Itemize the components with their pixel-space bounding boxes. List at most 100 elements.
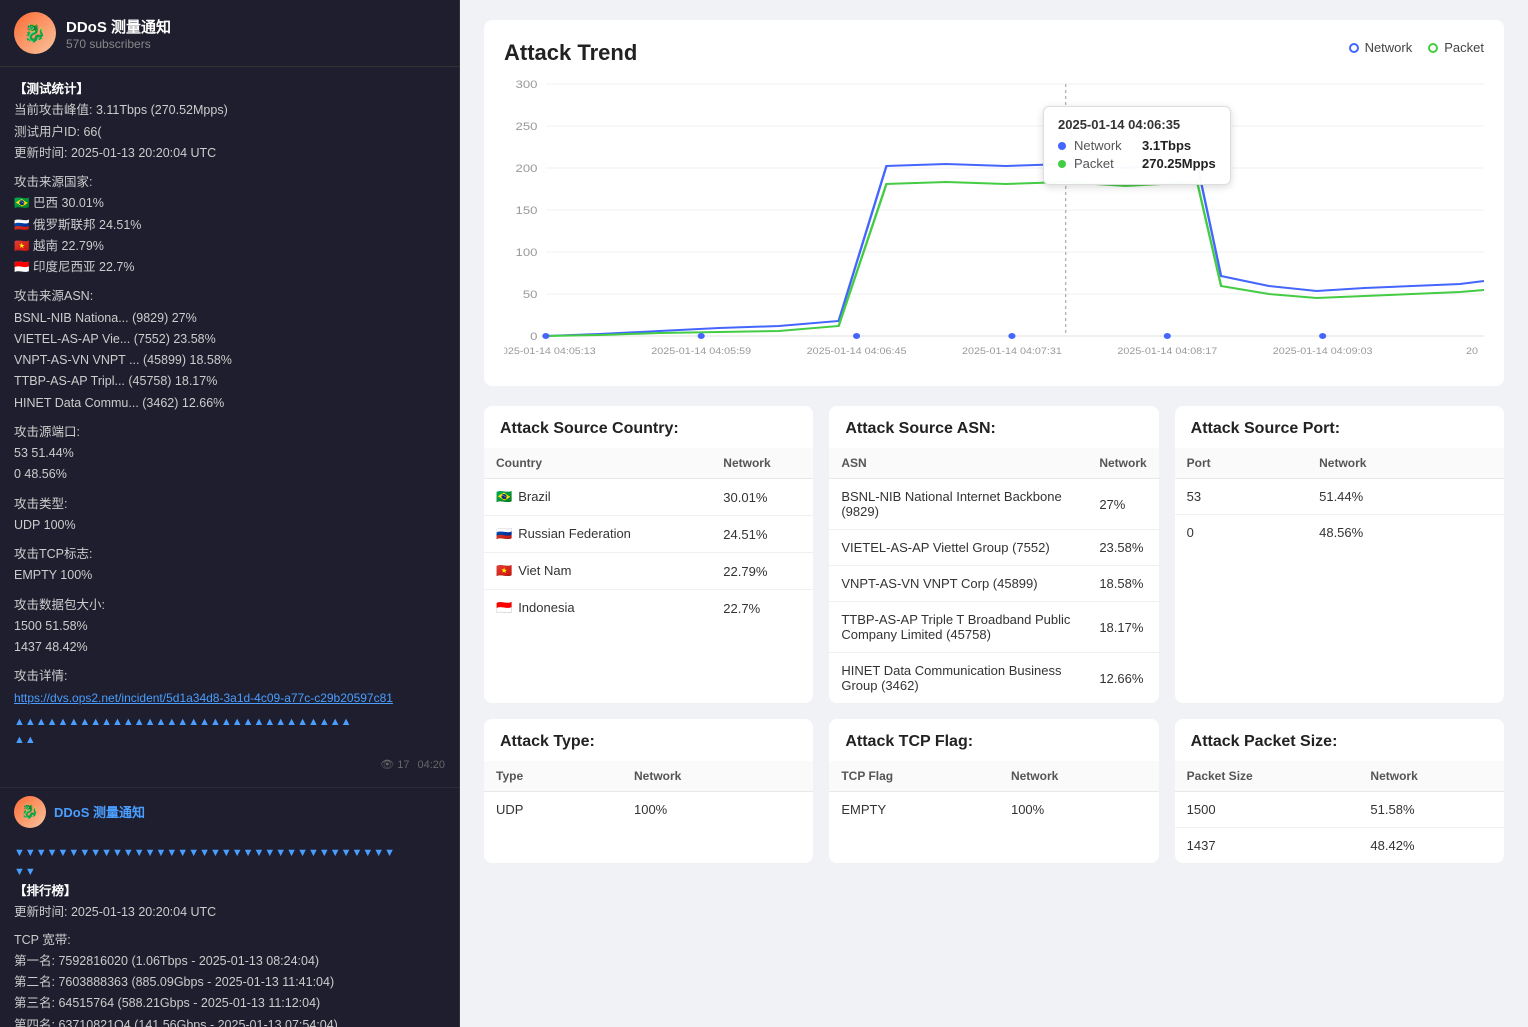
country-brazil: 🇧🇷 巴西 30.01%: [14, 193, 445, 214]
message-time: 04:20: [417, 756, 445, 775]
bottom-tables-grid: Attack Type: Type Network UDP100% Attack…: [484, 719, 1504, 863]
rank-2: 第二名: 7603888363 (885.09Gbps - 2025-01-13…: [14, 972, 445, 993]
col-network-country: Network: [711, 448, 813, 479]
country-table: Country Network 🇧🇷Brazil30.01%🇷🇺Russian …: [484, 448, 813, 626]
col-tcp-flag: TCP Flag: [829, 761, 999, 792]
type-label: 攻击类型:: [14, 494, 445, 515]
packet-table-section: Attack Packet Size: Packet Size Network …: [1175, 719, 1504, 863]
svg-text:300: 300: [516, 78, 538, 91]
svg-text:100: 100: [516, 246, 538, 259]
asn-cell: HINET Data Communication Business Group …: [829, 653, 1087, 704]
table-row: 🇷🇺Russian Federation24.51%: [484, 516, 813, 553]
channel-info: DDoS 测量通知 570 subscribers: [66, 16, 171, 51]
network-cell: 100%: [622, 792, 813, 828]
col-type: Type: [484, 761, 622, 792]
avatar: 🐉: [14, 12, 56, 54]
network-line: [546, 164, 1484, 336]
asn-cell: BSNL-NIB National Internet Backbone (982…: [829, 479, 1087, 530]
type-table-section: Attack Type: Type Network UDP100%: [484, 719, 813, 863]
table-row: 5351.44%: [1175, 479, 1504, 515]
message-footer-1: 👁 17 04:20: [14, 756, 445, 775]
country-label: 攻击来源国家:: [14, 172, 445, 193]
message-block-2: ▼▼▼▼▼▼▼▼▼▼▼▼▼▼▼▼▼▼▼▼▼▼▼▼▼▼▼▼▼▼▼▼▼▼▼ ▼▼ 【…: [0, 832, 459, 1027]
country-cell: 🇻🇳Viet Nam: [484, 553, 711, 590]
tcp-bw-label: TCP 宽带:: [14, 930, 445, 951]
rank-3: 第三名: 64515764 (588.21Gbps - 2025-01-13 1…: [14, 993, 445, 1014]
subscriber-count: 570 subscribers: [66, 37, 171, 51]
country-indonesia: 🇮🇩 印度尼西亚 22.7%: [14, 257, 445, 278]
country-vietnam: 🇻🇳 越南 22.79%: [14, 236, 445, 257]
stats-header: 【测试统计】: [14, 79, 445, 100]
packet-legend-label: Packet: [1444, 40, 1484, 55]
type-value: UDP 100%: [14, 515, 445, 536]
svg-text:2025-01-14 04:07:31: 2025-01-14 04:07:31: [962, 347, 1062, 357]
asn-5: HINET Data Commu... (3462) 12.66%: [14, 393, 445, 414]
main-panel: Attack Trend Network Packet 300 250 200 …: [460, 0, 1528, 1027]
col-port: Port: [1175, 448, 1307, 479]
table-row: EMPTY100%: [829, 792, 1158, 828]
network-cell: 22.7%: [711, 590, 813, 627]
tcp-flag-cell: EMPTY: [829, 792, 999, 828]
col-network-tcp: Network: [999, 761, 1159, 792]
table-row: 150051.58%: [1175, 792, 1504, 828]
col-network-port: Network: [1307, 448, 1504, 479]
tcp-table-section: Attack TCP Flag: TCP Flag Network EMPTY1…: [829, 719, 1158, 863]
sidebar-header: 🐉 DDoS 测量通知 570 subscribers: [0, 0, 459, 67]
table-row: 048.56%: [1175, 515, 1504, 551]
triangles-down: ▼▼▼▼▼▼▼▼▼▼▼▼▼▼▼▼▼▼▼▼▼▼▼▼▼▼▼▼▼▼▼▼▼▼▼: [14, 844, 445, 863]
port-table: Port Network 5351.44%048.56%: [1175, 448, 1504, 550]
table-row: 🇻🇳Viet Nam22.79%: [484, 553, 813, 590]
legend-packet: Packet: [1428, 40, 1484, 55]
port-1: 53 51.44%: [14, 443, 445, 464]
asn-table-section: Attack Source ASN: ASN Network BSNL-NIB …: [829, 406, 1158, 703]
rank-4: 第四名: 63710821O4 (141.56Gbps - 2025-01-13…: [14, 1015, 445, 1027]
network-legend-dot: [1349, 43, 1359, 53]
network-cell: 48.42%: [1358, 828, 1504, 864]
svg-text:200: 200: [516, 162, 538, 175]
tcp-table-title: Attack TCP Flag:: [829, 719, 1158, 761]
tcp-value: EMPTY 100%: [14, 565, 445, 586]
network-cell: 51.58%: [1358, 792, 1504, 828]
chart-container: 300 250 200 150 100 50 0: [504, 76, 1484, 376]
network-cell: 100%: [999, 792, 1159, 828]
triangles-2: ▲▲: [14, 731, 445, 750]
size-label: 攻击数据包大小:: [14, 595, 445, 616]
ranking-update: 更新时间: 2025-01-13 20:20:04 UTC: [14, 902, 445, 923]
tcp-table: TCP Flag Network EMPTY100%: [829, 761, 1158, 827]
sender-name: DDoS 测量通知: [54, 802, 145, 821]
table-row: BSNL-NIB National Internet Backbone (982…: [829, 479, 1158, 530]
svg-text:250: 250: [516, 120, 538, 133]
channel-name: DDoS 测量通知: [66, 16, 171, 37]
top-tables-grid: Attack Source Country: Country Network 🇧…: [484, 406, 1504, 703]
update-time: 更新时间: 2025-01-13 20:20:04 UTC: [14, 143, 445, 164]
asn-4: TTBP-AS-AP Tripl... (45758) 18.17%: [14, 371, 445, 392]
port-cell: 0: [1175, 515, 1307, 551]
asn-3: VNPT-AS-VN VNPT ... (45899) 18.58%: [14, 350, 445, 371]
table-row: 🇧🇷Brazil30.01%: [484, 479, 813, 516]
packet-size-cell: 1500: [1175, 792, 1359, 828]
network-legend-label: Network: [1365, 40, 1413, 55]
col-packet-size: Packet Size: [1175, 761, 1359, 792]
svg-text:2025-01-14 04:06:45: 2025-01-14 04:06:45: [807, 347, 907, 357]
port-2: 0 48.56%: [14, 464, 445, 485]
asn-cell: VIETEL-AS-AP Viettel Group (7552): [829, 530, 1087, 566]
legend-network: Network: [1349, 40, 1413, 55]
packet-legend-dot: [1428, 43, 1438, 53]
col-country: Country: [484, 448, 711, 479]
network-cell: 48.56%: [1307, 515, 1504, 551]
svg-text:2025-01-14 04:08:17: 2025-01-14 04:08:17: [1117, 347, 1217, 357]
network-cell: 22.79%: [711, 553, 813, 590]
col-network-type: Network: [622, 761, 813, 792]
chart-svg: 300 250 200 150 100 50 0: [504, 76, 1484, 376]
table-row: VIETEL-AS-AP Viettel Group (7552)23.58%: [829, 530, 1158, 566]
network-cell: 12.66%: [1087, 653, 1158, 704]
port-table-title: Attack Source Port:: [1175, 406, 1504, 448]
type-table: Type Network UDP100%: [484, 761, 813, 827]
asn-table: ASN Network BSNL-NIB National Internet B…: [829, 448, 1158, 703]
asn-1: BSNL-NIB Nationa... (9829) 27%: [14, 308, 445, 329]
detail-link[interactable]: https://dvs.ops2.net/incident/5d1a34d8-3…: [14, 688, 445, 709]
user-id: 测试用户ID: 66(: [14, 122, 445, 143]
network-cell: 24.51%: [711, 516, 813, 553]
col-network-packet: Network: [1358, 761, 1504, 792]
svg-text:0: 0: [530, 330, 538, 343]
